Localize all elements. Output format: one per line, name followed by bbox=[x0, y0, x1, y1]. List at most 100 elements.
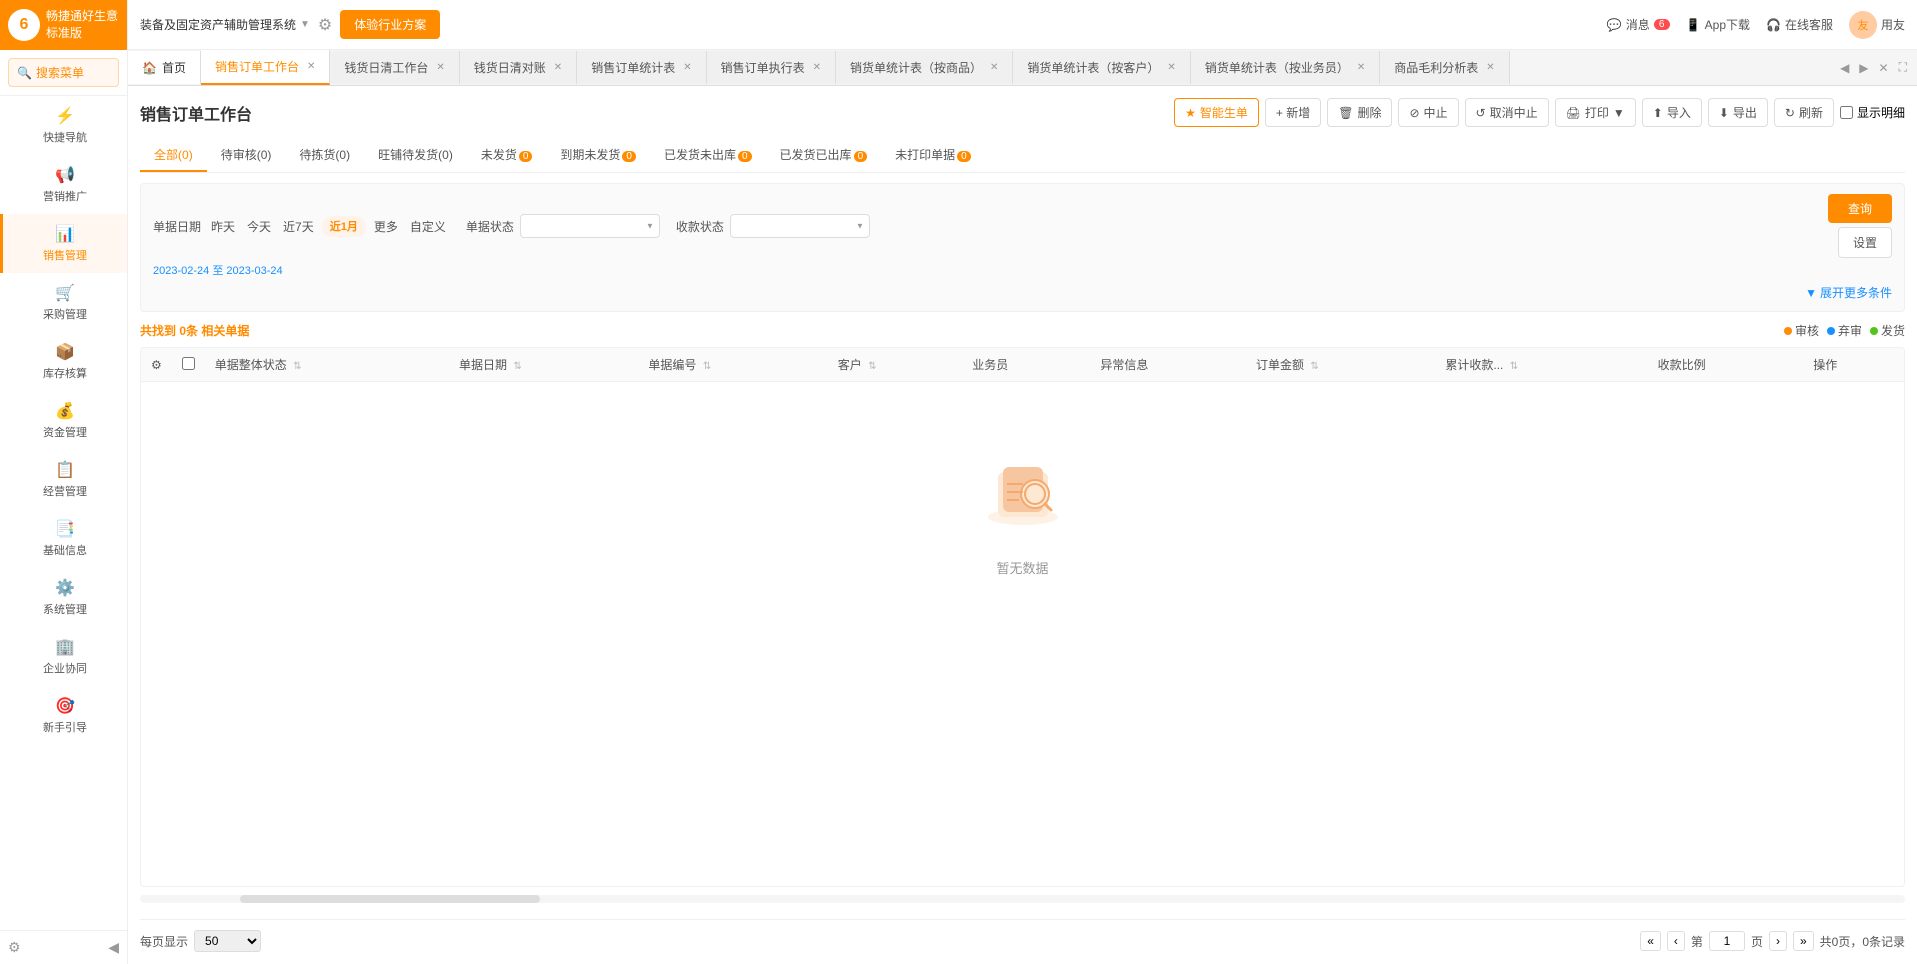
sidebar-item-inventory[interactable]: 📦 库存核算 bbox=[0, 332, 127, 391]
sidebar-item-quick-nav[interactable]: ⚡ 快捷导航 bbox=[0, 96, 127, 155]
print-button[interactable]: 🖨 打印 ▼ bbox=[1555, 98, 1636, 127]
tab-close-product[interactable]: ✕ bbox=[990, 62, 998, 73]
shortcut-more[interactable]: 更多 bbox=[370, 216, 402, 237]
cancel-review-action-button[interactable]: 弃审 bbox=[1827, 322, 1862, 339]
tab-close-customer[interactable]: ✕ bbox=[1167, 62, 1175, 73]
tab-close-sales-workbench[interactable]: ✕ bbox=[307, 61, 315, 72]
sort-customer-icon[interactable]: ⇅ bbox=[868, 361, 876, 372]
tab-product-margin[interactable]: 商品毛利分析表 ✕ bbox=[1380, 51, 1509, 84]
new-button[interactable]: + 新增 bbox=[1265, 98, 1321, 127]
app-download-button[interactable]: 📱 App下载 bbox=[1686, 16, 1750, 33]
tab-cash-daily[interactable]: 钱货日清工作台 ✕ bbox=[330, 51, 459, 84]
select-all-checkbox[interactable] bbox=[182, 357, 195, 370]
tab-next-icon[interactable]: ▶ bbox=[1855, 57, 1872, 79]
sidebar-item-operation[interactable]: 📋 经营管理 bbox=[0, 450, 127, 509]
sort-date-icon[interactable]: ⇅ bbox=[513, 361, 521, 372]
tab-cash-reconcile[interactable]: 钱货日清对账 ✕ bbox=[460, 51, 577, 84]
delete-button[interactable]: 🗑 删除 bbox=[1327, 98, 1392, 127]
page-first-button[interactable]: « bbox=[1640, 931, 1661, 951]
tabbar-nav: ◀ ▶ ✕ ⛶ bbox=[1830, 56, 1917, 79]
sidebar-search-button[interactable]: 🔍 搜索菜单 bbox=[8, 58, 119, 87]
smart-create-button[interactable]: ★ 智能生单 bbox=[1174, 98, 1259, 127]
message-button[interactable]: 💬 消息 6 bbox=[1607, 16, 1670, 33]
scrollbar-thumb[interactable] bbox=[240, 895, 540, 903]
page-last-button[interactable]: » bbox=[1793, 931, 1814, 951]
tab-close-sales-exec[interactable]: ✕ bbox=[813, 62, 821, 73]
status-select[interactable] bbox=[520, 214, 660, 238]
tab-close-margin[interactable]: ✕ bbox=[1486, 62, 1494, 73]
import-button[interactable]: ⬆ 导入 bbox=[1642, 98, 1702, 127]
ship-action-button[interactable]: 发货 bbox=[1870, 322, 1905, 339]
sort-status-icon[interactable]: ⇅ bbox=[293, 361, 301, 372]
user-menu[interactable]: 友 用友 bbox=[1849, 11, 1905, 39]
page-number-input[interactable] bbox=[1709, 931, 1745, 951]
tab-sales-exec[interactable]: 销售订单执行表 ✕ bbox=[707, 51, 836, 84]
tab-close-all-icon[interactable]: ✕ bbox=[1875, 57, 1893, 79]
tab-maximize-icon[interactable]: ⛶ bbox=[1895, 56, 1911, 79]
col-settings[interactable]: ⚙ bbox=[141, 348, 172, 382]
subtab-all[interactable]: 全部(0) bbox=[140, 139, 207, 172]
tab-sales-workbench[interactable]: 销售订单工作台 ✕ bbox=[201, 50, 330, 85]
shortcut-1month[interactable]: 近1月 bbox=[322, 216, 366, 237]
tab-close-staff[interactable]: ✕ bbox=[1357, 62, 1365, 73]
subtab-pending-review[interactable]: 待审核(0) bbox=[207, 139, 286, 172]
page-size-select[interactable]: 50 100 bbox=[194, 930, 261, 952]
show-detail-checkbox[interactable]: 显示明细 bbox=[1840, 104, 1905, 121]
cancel-dot-icon bbox=[1827, 327, 1835, 335]
basic-icon: 📑 bbox=[55, 519, 75, 539]
sidebar-item-enterprise[interactable]: 🏢 企业协同 bbox=[0, 627, 127, 686]
sort-amount-icon[interactable]: ⇅ bbox=[1310, 361, 1318, 372]
export-button[interactable]: ⬇ 导出 bbox=[1708, 98, 1768, 127]
query-button[interactable]: 查询 bbox=[1828, 194, 1892, 223]
sidebar-item-basic[interactable]: 📑 基础信息 bbox=[0, 509, 127, 568]
shortcut-today[interactable]: 今天 bbox=[243, 216, 275, 237]
subtab-overdue-not-shipped[interactable]: 到期未发货0 bbox=[546, 139, 650, 172]
subtab-wangpu-ship[interactable]: 旺铺待发货(0) bbox=[364, 139, 467, 172]
tab-close-cash-daily[interactable]: ✕ bbox=[436, 62, 444, 73]
tab-close-cash-reconcile[interactable]: ✕ bbox=[554, 62, 562, 73]
tab-sales-stat[interactable]: 销售订单统计表 ✕ bbox=[577, 51, 706, 84]
page-next-button[interactable]: › bbox=[1769, 931, 1787, 951]
solution-button[interactable]: 体验行业方案 bbox=[340, 10, 440, 39]
subtab-not-shipped[interactable]: 未发货0 bbox=[467, 139, 547, 172]
tab-prev-icon[interactable]: ◀ bbox=[1836, 57, 1853, 79]
sidebar-item-finance[interactable]: 💰 资金管理 bbox=[0, 391, 127, 450]
suspend-button[interactable]: ⊘ 中止 bbox=[1398, 98, 1458, 127]
subtab-pending-inspect[interactable]: 待拣货(0) bbox=[285, 139, 364, 172]
tab-home[interactable]: 🏠 首页 bbox=[128, 51, 201, 84]
finance-icon: 💰 bbox=[55, 401, 75, 421]
expand-filter-button[interactable]: ▼ 展开更多条件 bbox=[1805, 284, 1892, 301]
collapse-icon[interactable]: ◀ bbox=[108, 939, 119, 956]
payment-select[interactable] bbox=[730, 214, 870, 238]
settings-bottom-icon[interactable]: ⚙ bbox=[8, 939, 21, 956]
sort-collected-icon[interactable]: ⇅ bbox=[1510, 361, 1518, 372]
subtab-shipped-not-out[interactable]: 已发货未出库0 bbox=[650, 139, 766, 172]
shortcut-7days[interactable]: 近7天 bbox=[279, 216, 318, 237]
tab-sales-stat-customer[interactable]: 销货单统计表（按客户） ✕ bbox=[1013, 51, 1190, 84]
sort-number-icon[interactable]: ⇅ bbox=[703, 361, 711, 372]
review-action-button[interactable]: 审核 bbox=[1784, 322, 1819, 339]
subtab-shipped-out[interactable]: 已发货已出库0 bbox=[766, 139, 882, 172]
empty-text: 暂无数据 bbox=[141, 558, 1904, 577]
page-prev-button[interactable]: ‹ bbox=[1667, 931, 1685, 951]
sidebar-item-purchase[interactable]: 🛒 采购管理 bbox=[0, 273, 127, 332]
record-count: 共找到 0条 相关单据 bbox=[140, 322, 249, 339]
sidebar-item-system[interactable]: ⚙️ 系统管理 bbox=[0, 568, 127, 627]
topbar-gear-icon[interactable]: ⚙ bbox=[318, 15, 332, 35]
shortcut-yesterday[interactable]: 昨天 bbox=[207, 216, 239, 237]
cancel-suspend-button[interactable]: ↺ 取消中止 bbox=[1465, 98, 1549, 127]
tab-sales-stat-staff[interactable]: 销货单统计表（按业务员） ✕ bbox=[1191, 51, 1380, 84]
refresh-button[interactable]: ↻ 刷新 bbox=[1774, 98, 1834, 127]
sidebar-item-sales[interactable]: 📊 销售管理 bbox=[0, 214, 127, 273]
online-service-button[interactable]: 🎧 在线客服 bbox=[1766, 16, 1833, 33]
subtab-not-printed[interactable]: 未打印单据0 bbox=[881, 139, 985, 172]
sidebar-item-marketing[interactable]: 📢 营销推广 bbox=[0, 155, 127, 214]
tab-sales-stat-product[interactable]: 销货单统计表（按商品） ✕ bbox=[836, 51, 1013, 84]
tab-close-sales-stat[interactable]: ✕ bbox=[683, 62, 691, 73]
payment-select-wrap bbox=[730, 214, 870, 238]
pagination-left: 每页显示 50 100 bbox=[140, 930, 261, 952]
horizontal-scrollbar[interactable] bbox=[140, 895, 1905, 903]
shortcut-custom[interactable]: 自定义 bbox=[406, 216, 450, 237]
set-button[interactable]: 设置 bbox=[1838, 227, 1892, 258]
sidebar-item-guide[interactable]: 🎯 新手引导 bbox=[0, 686, 127, 745]
